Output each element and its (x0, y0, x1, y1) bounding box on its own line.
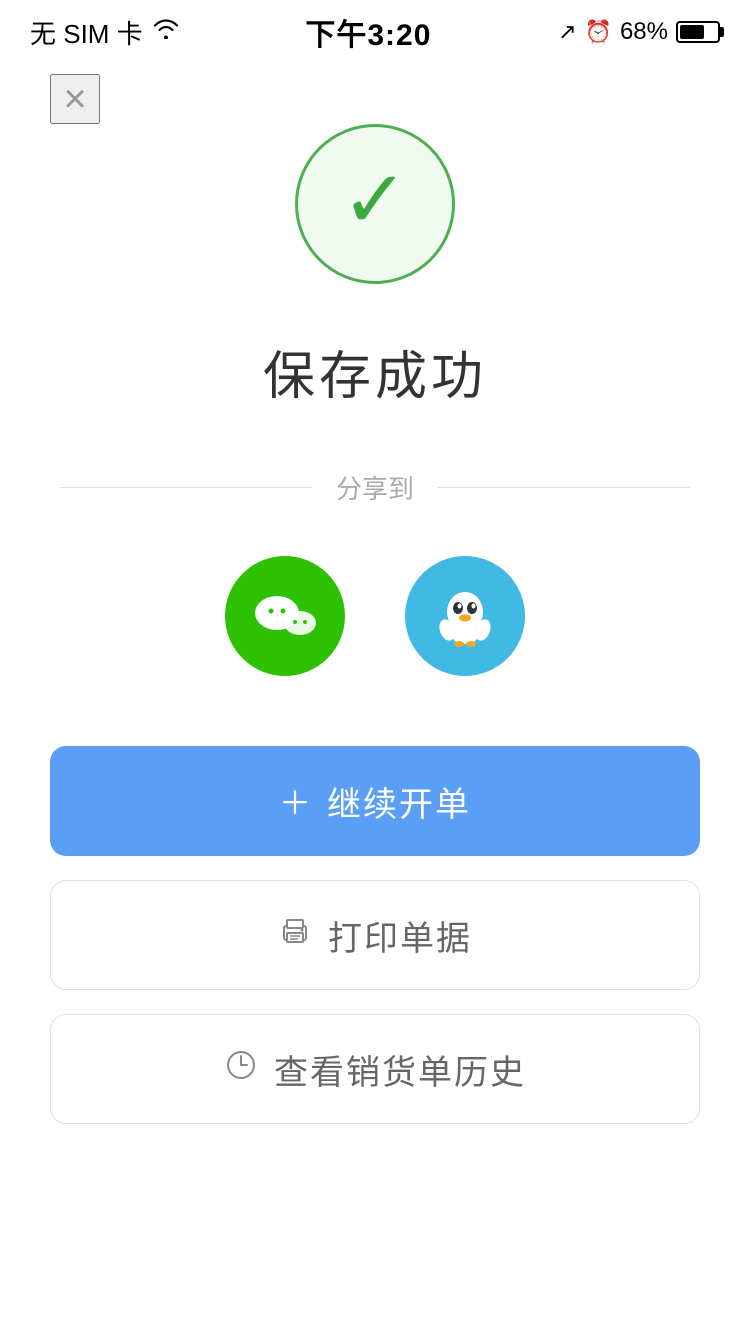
location-icon: ↗ (558, 19, 576, 45)
share-label: 分享到 (312, 469, 438, 506)
history-label: 查看销货单历史 (274, 1045, 526, 1094)
share-icons (225, 556, 525, 676)
qq-icon (431, 582, 499, 650)
main-content: ✓ 保存成功 分享到 (0, 64, 750, 1124)
status-left: 无 SIM 卡 (30, 14, 179, 51)
close-icon: × (63, 79, 86, 119)
checkmark-icon: ✓ (341, 160, 408, 240)
history-icon (224, 1048, 258, 1090)
share-qq-button[interactable] (405, 556, 525, 676)
print-label: 打印单据 (328, 911, 472, 960)
print-button[interactable]: 打印单据 (50, 880, 700, 990)
divider-line-right (438, 487, 690, 488)
history-button[interactable]: 查看销货单历史 (50, 1014, 700, 1124)
sim-label: 无 SIM 卡 (30, 14, 143, 51)
battery-percent: 68% (620, 18, 668, 46)
status-time: 下午3:20 (305, 10, 431, 54)
printer-icon (278, 914, 312, 956)
success-circle: ✓ (295, 124, 455, 284)
battery-icon (676, 21, 720, 43)
continue-button[interactable]: ＋ 继续开单 (50, 746, 700, 856)
share-wechat-button[interactable] (225, 556, 345, 676)
wechat-icon (250, 581, 320, 651)
divider-line-left (60, 487, 312, 488)
success-title: 保存成功 (263, 334, 487, 409)
action-buttons: ＋ 继续开单 打印单据 (0, 746, 750, 1124)
share-divider: 分享到 (0, 469, 750, 506)
plus-icon: ＋ (279, 778, 311, 824)
status-right: ↗ ⏰ 68% (558, 18, 720, 46)
wifi-icon (153, 19, 179, 45)
close-button[interactable]: × (50, 74, 100, 124)
continue-label: 继续开单 (327, 777, 471, 826)
alarm-icon: ⏰ (585, 19, 612, 45)
status-bar: 无 SIM 卡 下午3:20 ↗ ⏰ 68% (0, 0, 750, 64)
